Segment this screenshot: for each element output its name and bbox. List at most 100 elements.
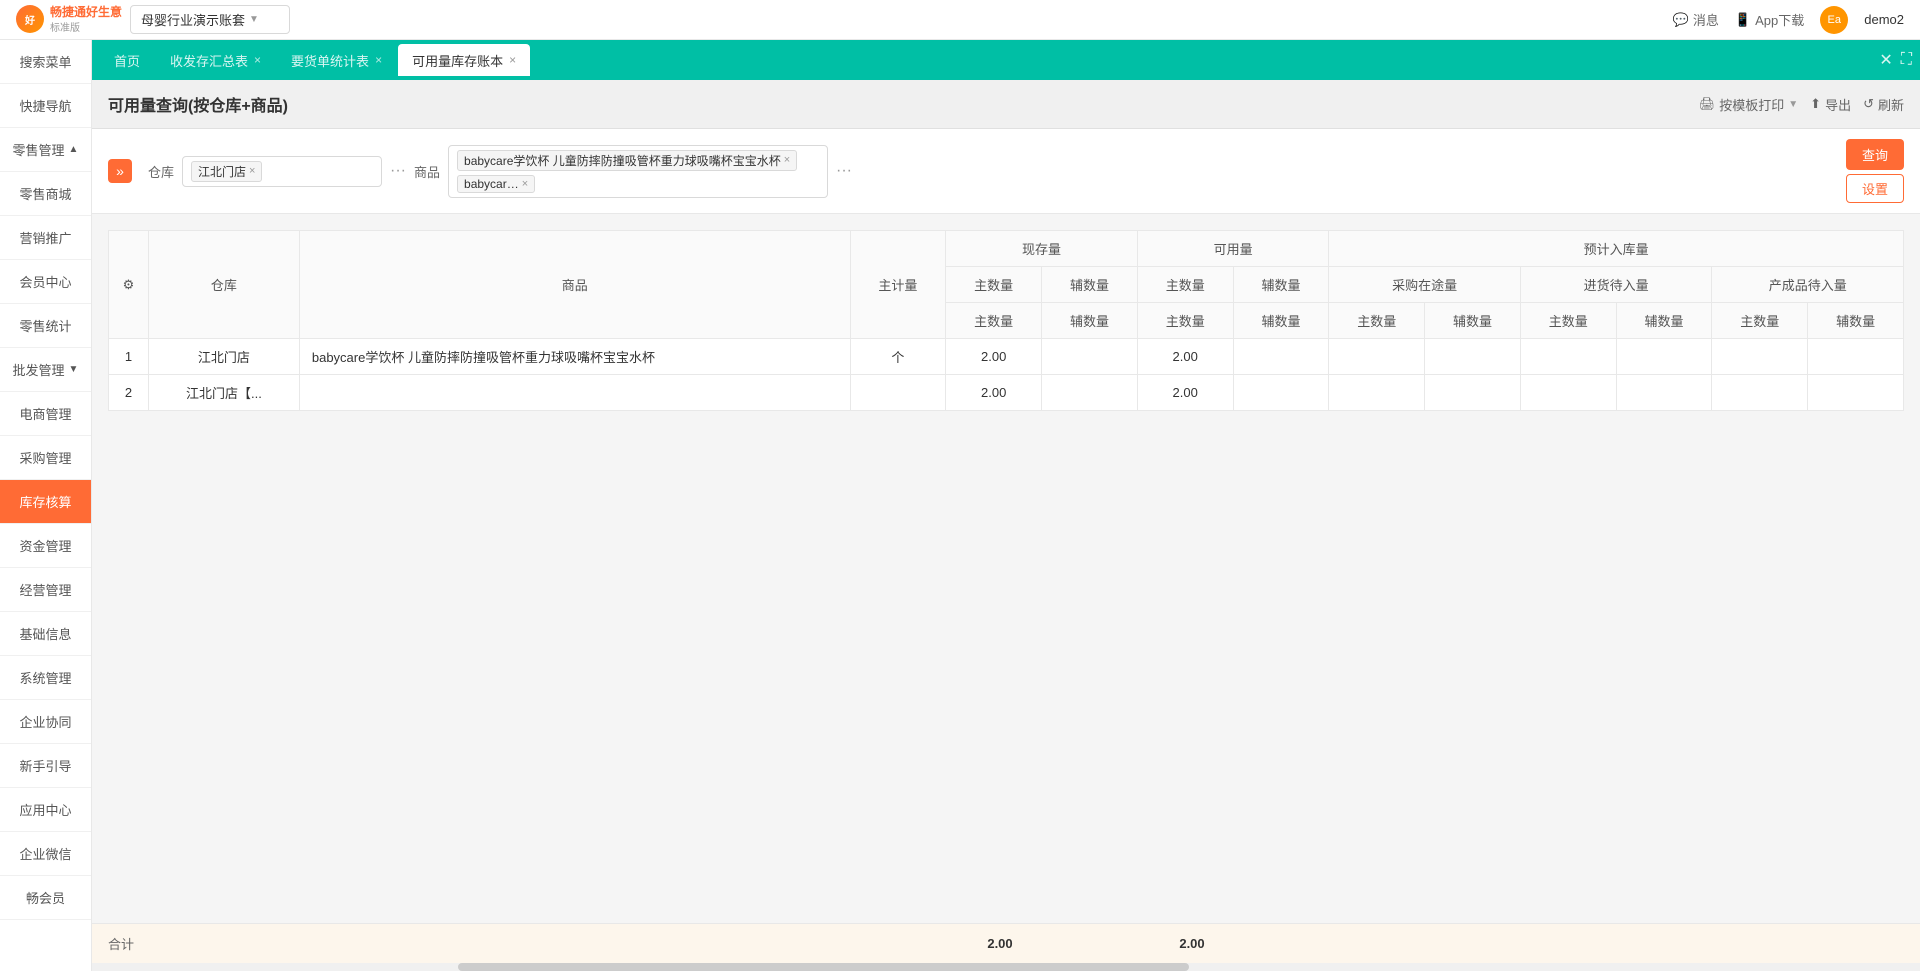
th-stock-main2: 主数量 <box>946 303 1042 339</box>
warehouse-tag-value: 江北门店 <box>198 163 246 180</box>
row-purchase-aux <box>1425 339 1521 375</box>
sidebar-item-purchase[interactable]: 采购管理 <box>0 436 91 480</box>
data-table: ⚙ 仓库 商品 主计量 现存量 可用量 预计入库量 主数量 辅数量 主数量 <box>108 230 1904 411</box>
company-selector[interactable]: 母婴行业演示账套 ▼ <box>130 5 290 34</box>
warehouse-filter-more[interactable]: ··· <box>390 162 406 180</box>
warehouse-tag-close[interactable]: × <box>249 165 255 177</box>
sidebar-item-inventory[interactable]: 库存核算 <box>0 480 91 524</box>
filter-toggle-button[interactable]: » <box>108 159 132 183</box>
goods-tag2[interactable]: babycar… × <box>457 175 535 193</box>
sidebar-item-retail[interactable]: 零售管理 ▲ <box>0 128 91 172</box>
tab-cashflow[interactable]: 收发存汇总表 × <box>156 44 275 76</box>
sidebar-item-member[interactable]: 会员中心 <box>0 260 91 304</box>
th-avail-main: 主数量 <box>1137 267 1233 303</box>
tab-cashflow-close[interactable]: × <box>254 53 261 67</box>
sidebar-item-wholesale[interactable]: 批发管理 ▼ <box>0 348 91 392</box>
th-warehouse: 仓库 <box>149 231 300 339</box>
tab-close-all-btn[interactable]: ✕ <box>1879 50 1892 70</box>
warehouse-filter-label: 仓库 <box>148 162 174 181</box>
goods-filter-input[interactable]: babycare学饮杯 儿童防摔防撞吸管杯重力球吸嘴杯宝宝水杯 × babyca… <box>448 145 828 198</box>
sidebar-item-finance[interactable]: 资金管理 <box>0 524 91 568</box>
username[interactable]: demo2 <box>1864 12 1904 27</box>
row-inbound-aux <box>1616 339 1712 375</box>
th-purchase-main: 主数量 <box>1329 303 1425 339</box>
table-row: 1 江北门店 babycare学饮杯 儿童防摔防撞吸管杯重力球吸嘴杯宝宝水杯 个… <box>109 339 1904 375</box>
sidebar-item-enterprise[interactable]: 企业协同 <box>0 700 91 744</box>
row-no: 1 <box>109 339 149 375</box>
goods-tag2-close[interactable]: × <box>522 178 528 190</box>
row-inbound-main <box>1520 375 1616 411</box>
sidebar-item-appcenter[interactable]: 应用中心 <box>0 788 91 832</box>
row-purchase-main <box>1329 375 1425 411</box>
th-stock-main: 主数量 <box>946 267 1042 303</box>
company-dropdown-arrow: ▼ <box>249 14 259 25</box>
page-title: 可用量查询(按仓库+商品) <box>108 92 288 116</box>
tab-order-close[interactable]: × <box>375 53 382 67</box>
tab-available[interactable]: 可用量库存账本 × <box>398 44 530 76</box>
goods-tag1-close[interactable]: × <box>784 154 790 166</box>
th-avail-aux2: 辅数量 <box>1233 303 1329 339</box>
print-arrow-icon: ▼ <box>1788 99 1798 110</box>
goods-tag1[interactable]: babycare学饮杯 儿童防摔防撞吸管杯重力球吸嘴杯宝宝水杯 × <box>457 150 797 171</box>
sidebar-item-marketing[interactable]: 营销推广 <box>0 216 91 260</box>
top-bar-right: 💬 消息 📱 App下载 Ea demo2 <box>1673 6 1904 34</box>
logo-area: 好 畅捷通好生意 标准版 <box>16 5 122 34</box>
export-button[interactable]: ⬆ 导出 <box>1810 95 1851 114</box>
row-product-aux <box>1808 375 1904 411</box>
th-settings[interactable]: ⚙ <box>109 231 149 339</box>
sidebar-item-mall[interactable]: 零售商城 <box>0 172 91 216</box>
sidebar-item-nav[interactable]: 快捷导航 <box>0 84 91 128</box>
tab-expand-btn[interactable]: ⛶ <box>1901 51 1912 69</box>
sidebar-item-wechat[interactable]: 企业微信 <box>0 832 91 876</box>
content-area: 首页 收发存汇总表 × 要货单统计表 × 可用量库存账本 × ✕ ⛶ <box>92 40 1920 971</box>
sidebar-item-search[interactable]: 搜索菜单 <box>0 40 91 84</box>
sidebar-item-operation[interactable]: 经营管理 <box>0 568 91 612</box>
warehouse-filter-input[interactable]: 江北门店 × <box>182 156 382 187</box>
export-icon: ⬆ <box>1810 96 1821 112</box>
th-inbound-sub: 进货待入量 <box>1520 267 1712 303</box>
user-avatar[interactable]: Ea <box>1820 6 1848 34</box>
row-product-main <box>1712 339 1808 375</box>
scroll-thumb[interactable] <box>458 963 1189 971</box>
filter-area: » 仓库 江北门店 × ··· 商品 babycare学饮杯 儿童防摔防撞吸管杯… <box>92 129 1920 214</box>
tab-order[interactable]: 要货单统计表 × <box>277 44 396 76</box>
th-forecast-group: 预计入库量 <box>1329 231 1904 267</box>
settings-button[interactable]: 设置 <box>1846 174 1904 203</box>
sidebar-item-basic[interactable]: 基础信息 <box>0 612 91 656</box>
row-stock-aux <box>1042 339 1138 375</box>
th-unit: 主计量 <box>850 231 946 339</box>
th-product-sub: 产成品待入量 <box>1712 267 1904 303</box>
wholesale-arrow-icon: ▼ <box>69 364 79 375</box>
logo-icon: 好 <box>16 5 44 33</box>
tab-home[interactable]: 首页 <box>100 44 154 76</box>
sidebar-item-system[interactable]: 系统管理 <box>0 656 91 700</box>
tab-available-close[interactable]: × <box>509 53 516 67</box>
goods-filter-more[interactable]: ··· <box>836 162 852 180</box>
page-content: 可用量查询(按仓库+商品) 🖨 按模板打印 ▼ ⬆ 导出 ↺ 刷新 <box>92 80 1920 971</box>
row-no: 2 <box>109 375 149 411</box>
filter-actions: 查询 设置 <box>1846 139 1904 203</box>
goods-tag2-value: babycar… <box>464 177 519 191</box>
warehouse-tag[interactable]: 江北门店 × <box>191 161 262 182</box>
th-inbound-main: 主数量 <box>1520 303 1616 339</box>
scroll-indicator[interactable] <box>92 963 1920 971</box>
logo-text-block: 畅捷通好生意 标准版 <box>50 5 122 34</box>
sidebar-item-stats[interactable]: 零售统计 <box>0 304 91 348</box>
message-icon: 💬 <box>1673 12 1689 28</box>
app-download-button[interactable]: 📱 App下载 <box>1735 10 1804 29</box>
th-available-group: 可用量 <box>1137 231 1329 267</box>
refresh-label: 刷新 <box>1878 95 1904 114</box>
print-button[interactable]: 🖨 按模板打印 ▼ <box>1699 95 1798 114</box>
top-bar: 好 畅捷通好生意 标准版 母婴行业演示账套 ▼ 💬 消息 📱 App下载 Ea … <box>0 0 1920 40</box>
footer-label: 合计 <box>108 934 134 953</box>
page-header-actions: 🖨 按模板打印 ▼ ⬆ 导出 ↺ 刷新 <box>1699 95 1904 114</box>
sidebar-item-member2[interactable]: 畅会员 <box>0 876 91 920</box>
query-button[interactable]: 查询 <box>1846 139 1904 170</box>
row-inbound-aux <box>1616 375 1712 411</box>
refresh-button[interactable]: ↺ 刷新 <box>1863 95 1904 114</box>
sidebar-item-ecommerce[interactable]: 电商管理 <box>0 392 91 436</box>
th-avail-aux: 辅数量 <box>1233 267 1329 303</box>
th-stock-aux2: 辅数量 <box>1042 303 1138 339</box>
message-button[interactable]: 💬 消息 <box>1673 10 1719 29</box>
sidebar-item-newbie[interactable]: 新手引导 <box>0 744 91 788</box>
